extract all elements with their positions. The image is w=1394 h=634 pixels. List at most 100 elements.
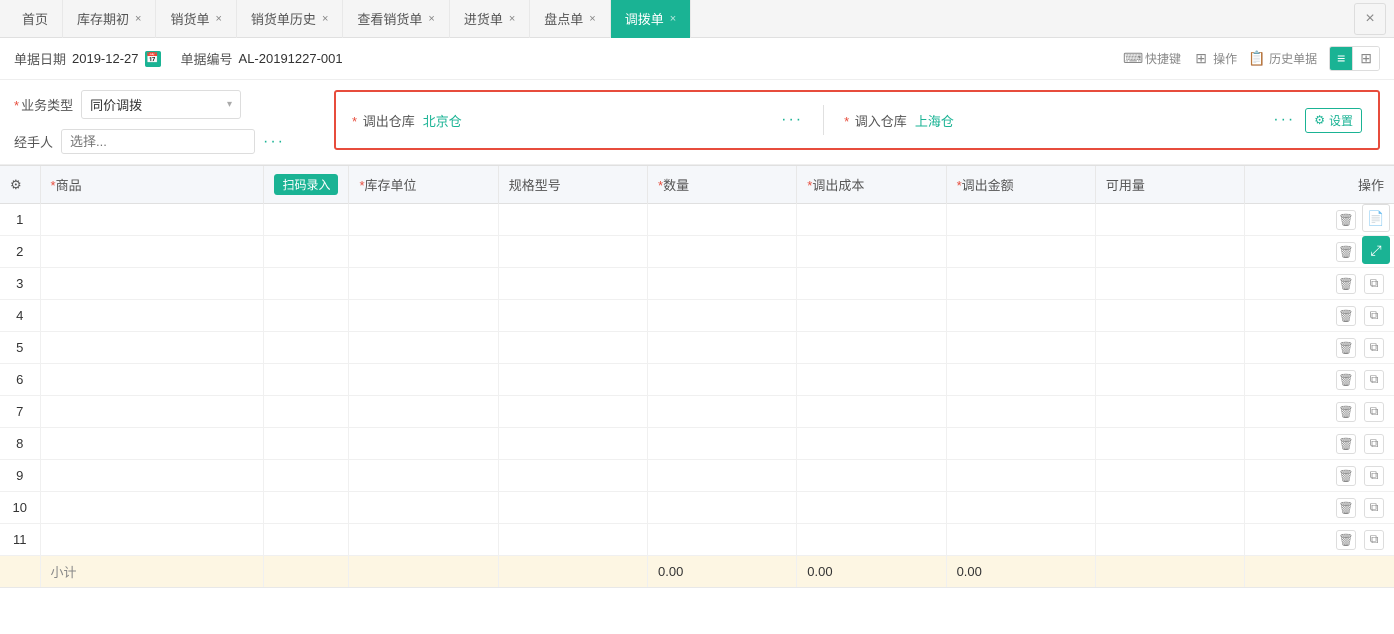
cell-available[interactable] — [1095, 204, 1244, 236]
cell-available[interactable] — [1095, 236, 1244, 268]
calendar-icon[interactable]: 📅 — [145, 51, 161, 67]
scan-button[interactable]: 扫码录入 — [274, 174, 338, 195]
tab-transfer[interactable]: 调拨单× — [611, 0, 691, 38]
tab-inventory-init[interactable]: 库存期初× — [63, 0, 156, 38]
grid-view-button[interactable]: ⊞ — [1353, 47, 1379, 70]
cell-product[interactable] — [40, 236, 264, 268]
cell-unit[interactable] — [349, 332, 498, 364]
handler-more-icon[interactable]: ··· — [263, 133, 285, 151]
cell-available[interactable] — [1095, 524, 1244, 556]
cell-transfer-cost[interactable] — [797, 236, 946, 268]
cell-transfer-amount[interactable] — [946, 524, 1095, 556]
copy-row-button[interactable]: ⧉ — [1364, 338, 1384, 358]
delete-row-button[interactable]: 🗑 — [1336, 370, 1356, 390]
copy-row-button[interactable]: ⧉ — [1364, 466, 1384, 486]
cell-transfer-cost[interactable] — [797, 524, 946, 556]
tab-purchase-order[interactable]: 进货单× — [450, 0, 530, 38]
delete-row-button[interactable]: 🗑 — [1336, 210, 1356, 230]
tab-close-icon-sales-order[interactable]: × — [215, 13, 221, 25]
copy-row-button[interactable]: ⧉ — [1364, 274, 1384, 294]
cell-quantity[interactable] — [648, 364, 797, 396]
tab-close-icon-stocktake[interactable]: × — [589, 13, 595, 25]
cell-product[interactable] — [40, 524, 264, 556]
cell-transfer-cost[interactable] — [797, 204, 946, 236]
cell-spec[interactable] — [498, 300, 647, 332]
cell-spec[interactable] — [498, 460, 647, 492]
cell-product[interactable] — [40, 492, 264, 524]
cell-transfer-amount[interactable] — [946, 460, 1095, 492]
cell-product[interactable] — [40, 268, 264, 300]
cell-transfer-cost[interactable] — [797, 300, 946, 332]
cell-transfer-amount[interactable] — [946, 204, 1095, 236]
cell-transfer-cost[interactable] — [797, 268, 946, 300]
cell-transfer-cost[interactable] — [797, 364, 946, 396]
copy-row-button[interactable]: ⧉ — [1364, 370, 1384, 390]
tab-close-icon-purchase-order[interactable]: × — [509, 13, 515, 25]
delete-row-button[interactable]: 🗑 — [1336, 306, 1356, 326]
cell-transfer-cost[interactable] — [797, 428, 946, 460]
cell-unit[interactable] — [349, 524, 498, 556]
cell-transfer-amount[interactable] — [946, 428, 1095, 460]
cell-unit[interactable] — [349, 460, 498, 492]
cell-unit[interactable] — [349, 204, 498, 236]
tab-view-sales[interactable]: 查看销货单× — [343, 0, 449, 38]
tab-close-icon-view-sales[interactable]: × — [428, 13, 434, 25]
cell-spec[interactable] — [498, 268, 647, 300]
gear-header-icon[interactable]: ⚙ — [10, 177, 22, 192]
cell-available[interactable] — [1095, 364, 1244, 396]
operations-button[interactable]: ⊞ 操作 — [1193, 50, 1237, 67]
cell-transfer-amount[interactable] — [946, 396, 1095, 428]
business-type-select[interactable]: 同价调拨 ▾ — [81, 90, 241, 119]
cell-transfer-amount[interactable] — [946, 268, 1095, 300]
cell-unit[interactable] — [349, 492, 498, 524]
cell-unit[interactable] — [349, 236, 498, 268]
cell-quantity[interactable] — [648, 204, 797, 236]
cell-quantity[interactable] — [648, 332, 797, 364]
cell-available[interactable] — [1095, 396, 1244, 428]
copy-row-button[interactable]: ⧉ — [1364, 402, 1384, 422]
cell-available[interactable] — [1095, 492, 1244, 524]
cell-transfer-cost[interactable] — [797, 492, 946, 524]
cell-available[interactable] — [1095, 268, 1244, 300]
cell-transfer-amount[interactable] — [946, 300, 1095, 332]
cell-available[interactable] — [1095, 332, 1244, 364]
cell-unit[interactable] — [349, 364, 498, 396]
delete-row-button[interactable]: 🗑 — [1336, 402, 1356, 422]
side-document-button[interactable]: 📄 — [1362, 204, 1390, 232]
shortcuts-button[interactable]: ⌨ 快捷键 — [1125, 50, 1181, 67]
cell-quantity[interactable] — [648, 524, 797, 556]
cell-transfer-amount[interactable] — [946, 332, 1095, 364]
cell-spec[interactable] — [498, 204, 647, 236]
cell-unit[interactable] — [349, 396, 498, 428]
cell-product[interactable] — [40, 204, 264, 236]
delete-row-button[interactable]: 🗑 — [1336, 434, 1356, 454]
tab-stocktake[interactable]: 盘点单× — [530, 0, 610, 38]
handler-input[interactable] — [61, 129, 255, 154]
cell-quantity[interactable] — [648, 428, 797, 460]
cell-quantity[interactable] — [648, 268, 797, 300]
delete-row-button[interactable]: 🗑 — [1336, 338, 1356, 358]
cell-transfer-cost[interactable] — [797, 332, 946, 364]
delete-row-button[interactable]: 🗑 — [1336, 530, 1356, 550]
delete-row-button[interactable]: 🗑 — [1336, 242, 1356, 262]
cell-transfer-cost[interactable] — [797, 460, 946, 492]
cell-transfer-amount[interactable] — [946, 492, 1095, 524]
cell-available[interactable] — [1095, 460, 1244, 492]
cell-unit[interactable] — [349, 428, 498, 460]
cell-available[interactable] — [1095, 300, 1244, 332]
source-warehouse-more-icon[interactable]: ··· — [781, 111, 803, 129]
cell-product[interactable] — [40, 364, 264, 396]
cell-spec[interactable] — [498, 332, 647, 364]
cell-spec[interactable] — [498, 236, 647, 268]
cell-spec[interactable] — [498, 364, 647, 396]
cell-unit[interactable] — [349, 268, 498, 300]
delete-row-button[interactable]: 🗑 — [1336, 466, 1356, 486]
cell-spec[interactable] — [498, 524, 647, 556]
cell-transfer-cost[interactable] — [797, 396, 946, 428]
tab-sales-history[interactable]: 销货单历史× — [237, 0, 343, 38]
tab-close-icon-inventory-init[interactable]: × — [135, 13, 141, 25]
cell-spec[interactable] — [498, 492, 647, 524]
tab-home[interactable]: 首页 — [8, 0, 63, 38]
cell-available[interactable] — [1095, 428, 1244, 460]
cell-unit[interactable] — [349, 300, 498, 332]
